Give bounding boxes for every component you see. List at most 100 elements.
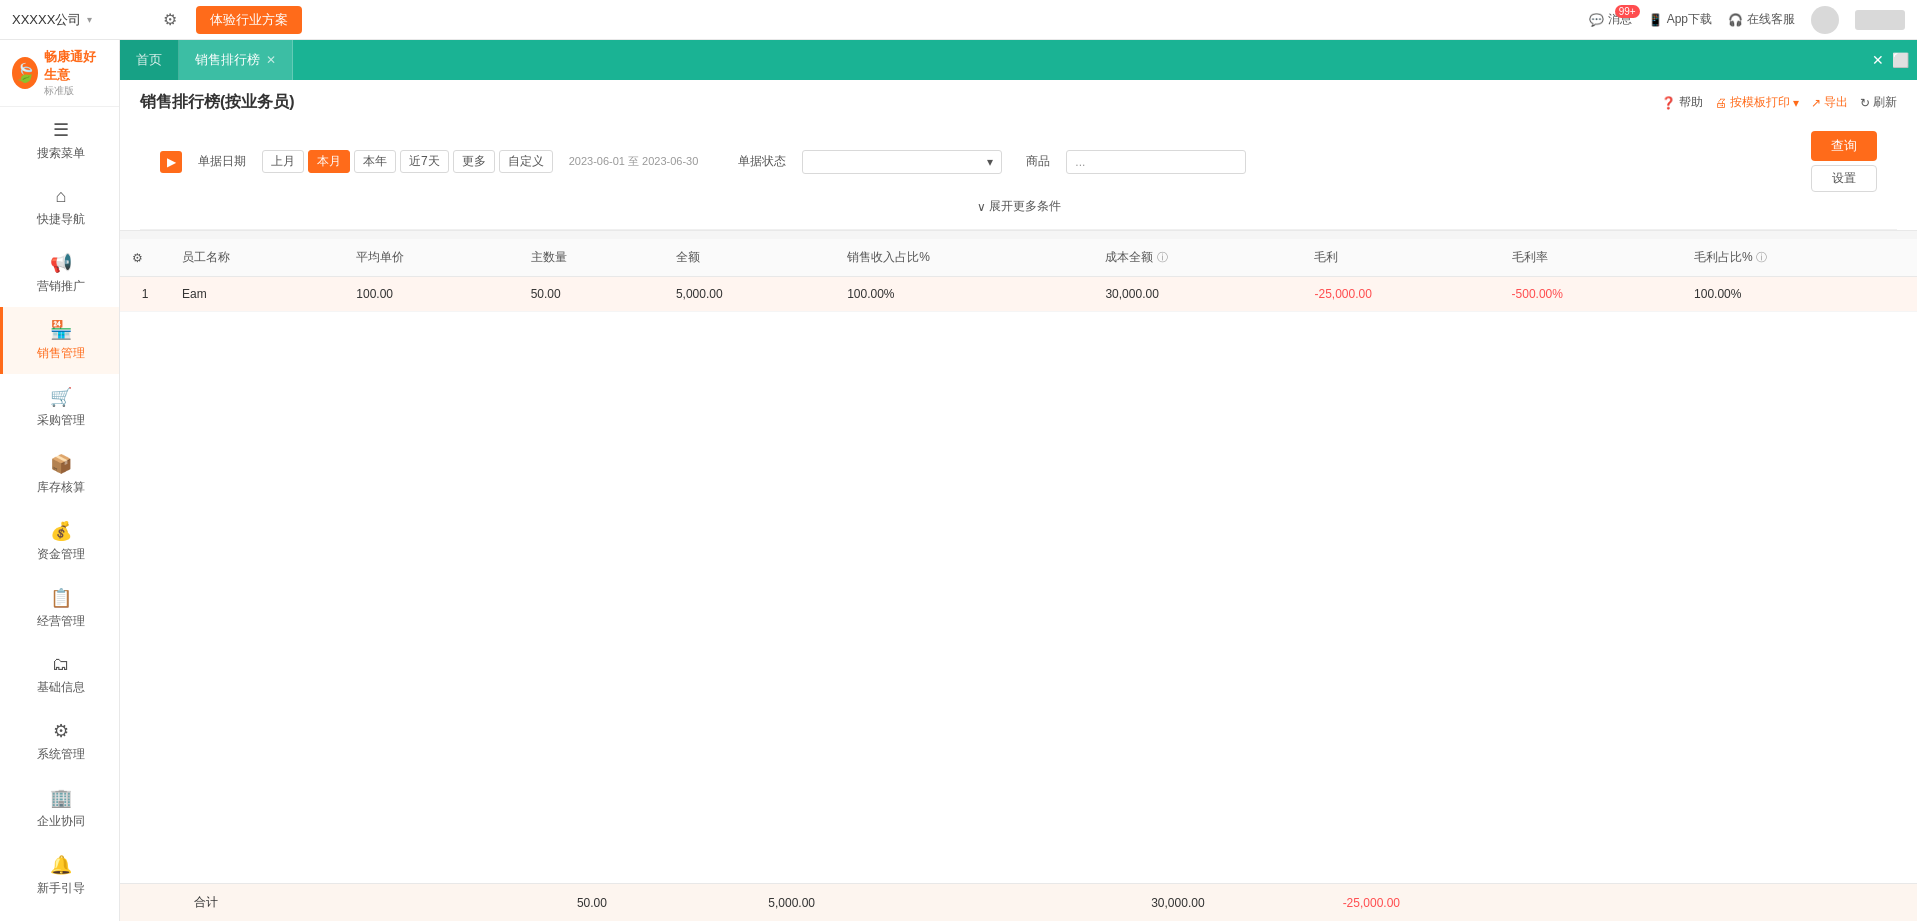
inventory-icon: 📦 bbox=[50, 453, 72, 475]
date-tab-more[interactable]: 更多 bbox=[453, 150, 495, 173]
page-title-row: 销售排行榜(按业务员) ❓ 帮助 🖨 按模板打印 ▾ ↗ bbox=[140, 92, 1897, 121]
operations-icon: 📋 bbox=[50, 587, 72, 609]
expand-button[interactable]: ∨ 展开更多条件 bbox=[977, 198, 1061, 215]
sidebar-item-sales[interactable]: 🏪 销售管理 bbox=[0, 307, 119, 374]
table-wrapper: ⚙ 员工名称 平均单价 主数量 bbox=[120, 239, 1917, 883]
page-content: 销售排行榜(按业务员) ❓ 帮助 🖨 按模板打印 ▾ ↗ bbox=[120, 80, 1917, 921]
logo-icon: 🍃 bbox=[12, 57, 38, 89]
question-icon: ❓ bbox=[1661, 96, 1676, 110]
settings-gear-button[interactable]: ⚙ bbox=[156, 6, 184, 34]
col-name: 员工名称 bbox=[170, 239, 344, 277]
sidebar-item-apps[interactable]: 📱 应用中心 bbox=[0, 909, 119, 921]
footer-row: 合计 50.00 5,000.00 30,000.00 -25,000.00 bbox=[120, 884, 1917, 921]
export-icon: ↗ bbox=[1811, 96, 1821, 110]
message-icon: 💬 bbox=[1589, 13, 1604, 27]
expand-chevron-icon: ∨ bbox=[977, 200, 986, 214]
footer-cost: 30,000.00 bbox=[1139, 896, 1330, 910]
refresh-button[interactable]: ↻ 刷新 bbox=[1860, 94, 1897, 111]
footer-summary-label: 合计 bbox=[182, 894, 373, 911]
cell-quantity: 50.00 bbox=[519, 277, 664, 312]
sidebar-item-basics[interactable]: 🗂 基础信息 bbox=[0, 642, 119, 708]
sales-icon: 🏪 bbox=[50, 319, 72, 341]
cell-avg-price: 100.00 bbox=[344, 277, 518, 312]
cost-info-icon: ⓘ bbox=[1157, 251, 1168, 263]
cell-name: Eam bbox=[170, 277, 344, 312]
col-gross-rate: 毛利率 bbox=[1500, 239, 1683, 277]
enterprise-icon: 🏢 bbox=[50, 787, 72, 809]
col-cost: 成本全额 ⓘ bbox=[1093, 239, 1302, 277]
page-header: 销售排行榜(按业务员) ❓ 帮助 🖨 按模板打印 ▾ ↗ bbox=[120, 80, 1917, 231]
filter-toggle-button[interactable]: ▶ bbox=[160, 151, 182, 173]
finance-icon: 💰 bbox=[50, 520, 72, 542]
company-selector[interactable]: XXXXX公司 ▾ bbox=[12, 11, 152, 29]
avatar[interactable] bbox=[1811, 6, 1839, 34]
date-range-text: 2023-06-01 至 2023-06-30 bbox=[569, 154, 699, 169]
tab-bar: 首页 销售排行榜 ✕ ✕ ⬜ bbox=[120, 40, 1917, 80]
help-button[interactable]: ❓ 帮助 bbox=[1661, 94, 1703, 111]
top-right-actions: 💬 消息 99+ 📱 App下载 🎧 在线客服 bbox=[1589, 6, 1905, 34]
date-tab-custom[interactable]: 自定义 bbox=[499, 150, 553, 173]
basics-icon: 🗂 bbox=[52, 654, 70, 675]
main-layout: 🍃 畅康通好生意 标准版 ☰ 搜索菜单 ⌂ 快捷导航 📢 营销推广 🏪 销售管理… bbox=[0, 40, 1917, 921]
cell-amount: 5,000.00 bbox=[664, 277, 835, 312]
search-icon: ☰ bbox=[53, 119, 69, 141]
status-label: 单据状态 bbox=[738, 153, 786, 170]
online-service-button[interactable]: 🎧 在线客服 bbox=[1728, 11, 1795, 28]
goods-input[interactable]: ... bbox=[1066, 150, 1246, 174]
guide-icon: 🔔 bbox=[50, 854, 72, 876]
col-gross: 毛利 bbox=[1302, 239, 1499, 277]
print-chevron-icon: ▾ bbox=[1793, 96, 1799, 110]
col-avg-price: 平均单价 bbox=[344, 239, 518, 277]
sidebar-item-quicknav[interactable]: ⌂ 快捷导航 bbox=[0, 174, 119, 240]
action-buttons: 查询 设置 bbox=[1811, 131, 1877, 192]
date-tab-current-year[interactable]: 本年 bbox=[354, 150, 396, 173]
sidebar-item-guide[interactable]: 🔔 新手引导 bbox=[0, 842, 119, 909]
phone-icon: 📱 bbox=[1648, 13, 1663, 27]
company-name: XXXXX公司 bbox=[12, 11, 81, 29]
sidebar-item-marketing[interactable]: 📢 营销推广 bbox=[0, 240, 119, 307]
logo-area: 🍃 畅康通好生意 标准版 bbox=[0, 40, 119, 107]
goods-label: 商品 bbox=[1026, 153, 1050, 170]
tab-close-icon[interactable]: ✕ bbox=[266, 53, 276, 67]
table-footer: 合计 50.00 5,000.00 30,000.00 -25,000.00 bbox=[120, 883, 1917, 921]
message-button[interactable]: 💬 消息 99+ bbox=[1589, 11, 1632, 28]
sidebar-item-search[interactable]: ☰ 搜索菜单 bbox=[0, 107, 119, 174]
top-bar: XXXXX公司 ▾ ⚙ 体验行业方案 💬 消息 99+ 📱 App下载 🎧 在线… bbox=[0, 0, 1917, 40]
content-area: 首页 销售排行榜 ✕ ✕ ⬜ 销售排行榜(按业务员) ❓ 帮助 bbox=[120, 40, 1917, 921]
sidebar-item-operations[interactable]: 📋 经营管理 bbox=[0, 575, 119, 642]
query-button[interactable]: 查询 bbox=[1811, 131, 1877, 161]
export-button[interactable]: ↗ 导出 bbox=[1811, 94, 1848, 111]
tab-close-button[interactable]: ✕ bbox=[1872, 52, 1884, 68]
footer-gross: -25,000.00 bbox=[1331, 896, 1522, 910]
sidebar-item-inventory[interactable]: 📦 库存核算 bbox=[0, 441, 119, 508]
cell-sales-ratio: 100.00% bbox=[835, 277, 1093, 312]
tab-sales-rank[interactable]: 销售排行榜 ✕ bbox=[179, 40, 293, 80]
date-tabs: 上月 本月 本年 近7天 更多 自定义 bbox=[262, 150, 553, 173]
home-icon: ⌂ bbox=[56, 186, 67, 207]
sidebar-item-purchase[interactable]: 🛒 采购管理 bbox=[0, 374, 119, 441]
print-button[interactable]: 🖨 按模板打印 ▾ bbox=[1715, 94, 1799, 111]
tab-home[interactable]: 首页 bbox=[120, 40, 179, 80]
status-select[interactable]: ▾ bbox=[802, 150, 1002, 174]
status-chevron-icon: ▾ bbox=[987, 155, 993, 169]
cell-gross-ratio: 100.00% bbox=[1682, 277, 1917, 312]
date-tab-prev-month[interactable]: 上月 bbox=[262, 150, 304, 173]
date-tab-7days[interactable]: 近7天 bbox=[400, 150, 449, 173]
col-amount: 全额 bbox=[664, 239, 835, 277]
sidebar-item-enterprise[interactable]: 🏢 企业协同 bbox=[0, 775, 119, 842]
purchase-icon: 🛒 bbox=[50, 386, 72, 408]
table-header-row: ⚙ 员工名称 平均单价 主数量 bbox=[120, 239, 1917, 277]
table-settings-button[interactable]: 设置 bbox=[1811, 165, 1877, 192]
user-name-placeholder bbox=[1855, 10, 1905, 30]
logo-subtitle: 标准版 bbox=[44, 84, 107, 98]
table-spacer bbox=[120, 312, 1917, 612]
sidebar-item-system[interactable]: ⚙ 系统管理 bbox=[0, 708, 119, 775]
sidebar-item-finance[interactable]: 💰 资金管理 bbox=[0, 508, 119, 575]
app-download-button[interactable]: 📱 App下载 bbox=[1648, 11, 1712, 28]
col-settings: ⚙ bbox=[120, 239, 170, 277]
trial-button[interactable]: 体验行业方案 bbox=[196, 6, 302, 34]
tab-restore-button[interactable]: ⬜ bbox=[1892, 52, 1909, 68]
col-sales-ratio: 销售收入占比% bbox=[835, 239, 1093, 277]
goods-ellipsis: ... bbox=[1075, 155, 1085, 169]
date-tab-current-month[interactable]: 本月 bbox=[308, 150, 350, 173]
